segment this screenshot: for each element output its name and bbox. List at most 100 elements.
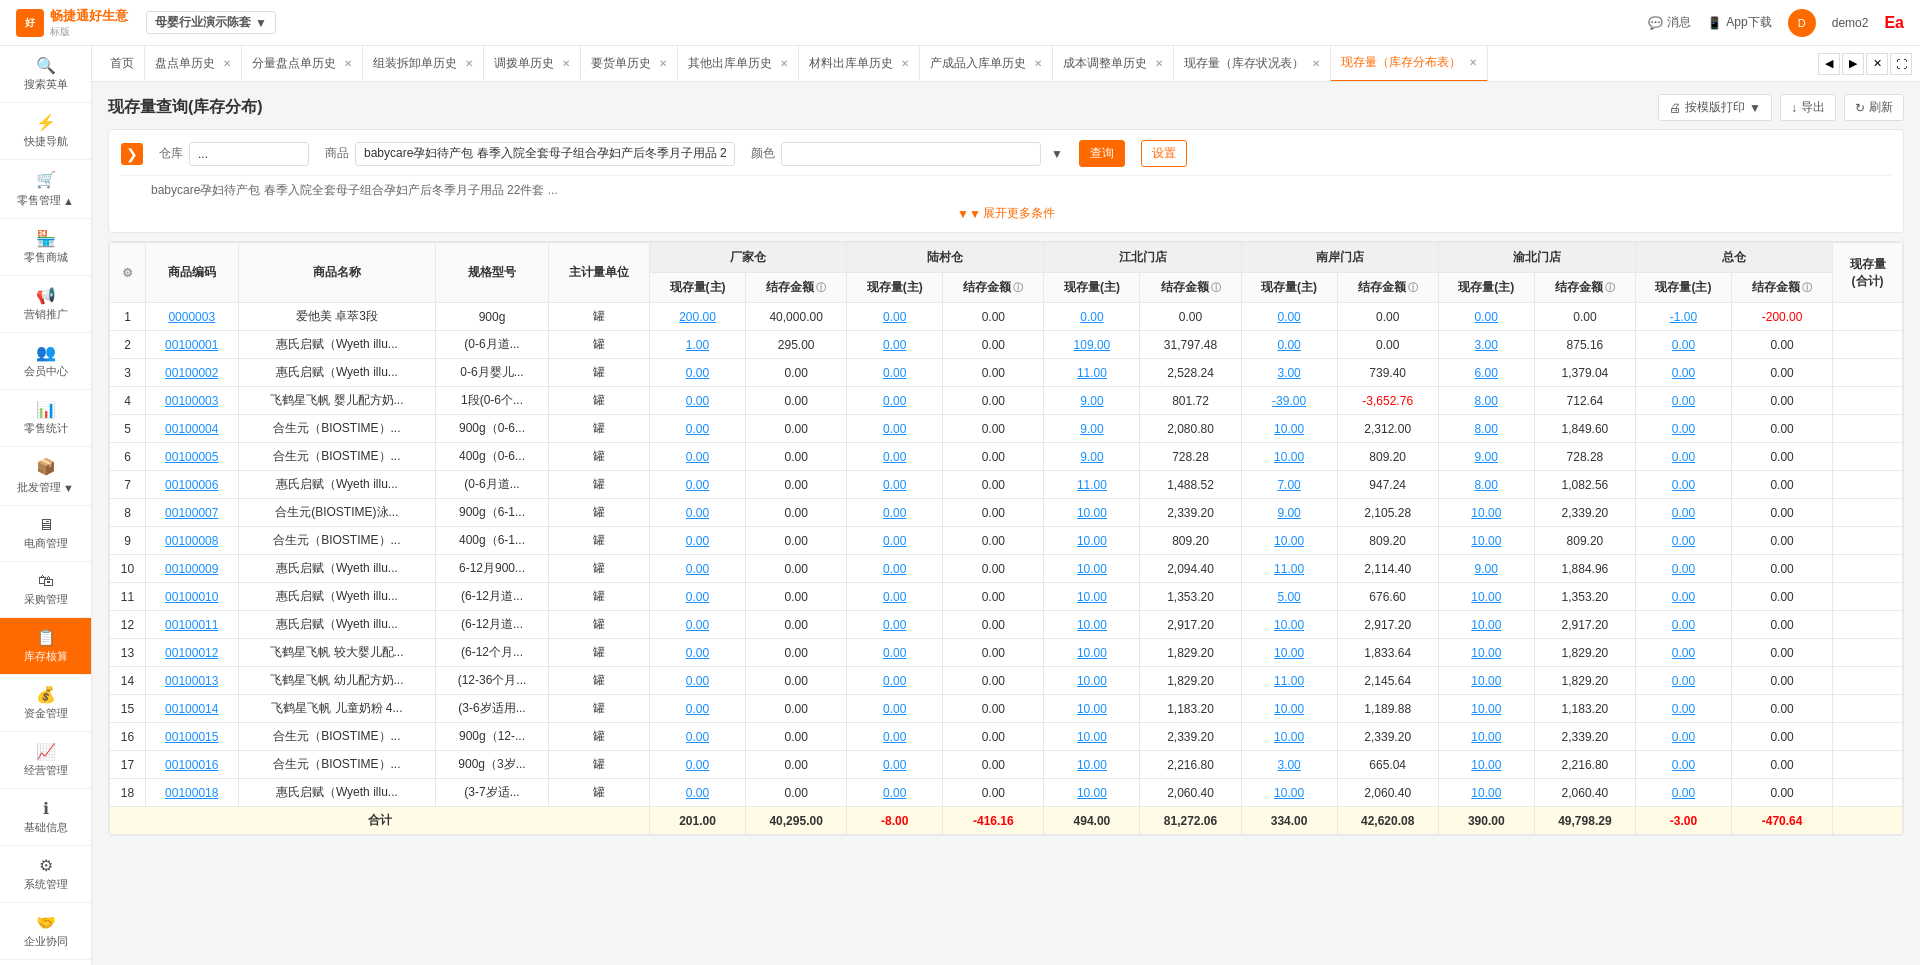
topbar-extra[interactable]: Ea xyxy=(1884,14,1904,32)
tab-material[interactable]: 材料出库单历史 ✕ xyxy=(799,46,920,82)
sidebar-item-guide[interactable]: 🎯 新手引导 xyxy=(0,960,91,965)
close-icon[interactable]: ✕ xyxy=(1034,58,1042,69)
tab-home[interactable]: 首页 xyxy=(100,46,145,82)
tab-close-all-btn[interactable]: ✕ xyxy=(1866,53,1888,75)
tab-transfer[interactable]: 调拨单历史 ✕ xyxy=(484,46,581,82)
row-name: 合生元（BIOSTIME）... xyxy=(238,723,436,751)
row-jb-amt: 728.28 xyxy=(1140,443,1241,471)
row-yb-qty: 0.00 xyxy=(1438,303,1534,331)
tab-stocktake[interactable]: 盘点单历史 ✕ xyxy=(145,46,242,82)
th-t-qty: 现存量(主) xyxy=(1636,273,1732,303)
info-icon-1[interactable]: ⓘ xyxy=(816,282,826,293)
close-icon[interactable]: ✕ xyxy=(1469,57,1477,68)
close-icon[interactable]: ✕ xyxy=(465,58,473,69)
sidebar-item-ecom[interactable]: 🖥 电商管理 xyxy=(0,506,91,562)
tab-outbound[interactable]: 其他出库单历史 ✕ xyxy=(678,46,799,82)
row-f-qty: 0.00 xyxy=(650,471,746,499)
color-dropdown-icon[interactable]: ▼ xyxy=(1051,147,1063,161)
column-settings-icon[interactable]: ⚙ xyxy=(122,266,133,280)
total-jb-amt: 81,272.06 xyxy=(1140,807,1241,835)
th-l-qty: 现存量(主) xyxy=(847,273,943,303)
warehouse-input[interactable] xyxy=(189,142,309,166)
sidebar-item-base[interactable]: ℹ 基础信息 xyxy=(0,789,91,846)
row-na-amt: 2,917.20 xyxy=(1337,611,1438,639)
tab-order[interactable]: 要货单历史 ✕ xyxy=(581,46,678,82)
close-icon[interactable]: ✕ xyxy=(562,58,570,69)
retail-icon: 🛒 xyxy=(36,170,56,189)
sidebar-item-collab[interactable]: 🤝 企业协同 xyxy=(0,903,91,960)
sidebar-member-label: 会员中心 xyxy=(4,364,87,379)
sidebar-ecom-label: 电商管理 xyxy=(4,536,87,551)
sidebar-item-purchase[interactable]: 🛍 采购管理 xyxy=(0,562,91,618)
row-t-qty: 0.00 xyxy=(1636,415,1732,443)
row-l-qty: 0.00 xyxy=(847,387,943,415)
row-na-qty: 9.00 xyxy=(1241,499,1337,527)
row-spec: 900g（12-... xyxy=(436,723,549,751)
table-row: 8 00100007 合生元(BIOSTIME)泳... 900g（6-1...… xyxy=(110,499,1903,527)
tab-stock-status[interactable]: 现存量（库存状况表） ✕ xyxy=(1174,46,1331,82)
sidebar-collab-label: 企业协同 xyxy=(4,934,87,949)
close-icon[interactable]: ✕ xyxy=(1155,58,1163,69)
refresh-btn[interactable]: ↻ 刷新 xyxy=(1844,94,1904,121)
sidebar-item-stats[interactable]: 📊 零售统计 xyxy=(0,390,91,447)
row-na-amt: 2,312.00 xyxy=(1337,415,1438,443)
expand-conditions-btn[interactable]: ▼▼ 展开更多条件 xyxy=(957,205,1055,222)
query-btn[interactable]: 查询 xyxy=(1079,140,1125,167)
table-row: 5 00100004 合生元（BIOSTIME）... 900g（0-6... … xyxy=(110,415,1903,443)
tab-expand-btn[interactable]: ⛶ xyxy=(1890,53,1912,75)
sidebar-item-wholesale[interactable]: 📦 批发管理 ▼ xyxy=(0,447,91,506)
info-icon-3[interactable]: ⓘ xyxy=(1211,282,1221,293)
row-f-amt: 0.00 xyxy=(746,779,847,807)
tab-cost[interactable]: 成本调整单历史 ✕ xyxy=(1053,46,1174,82)
tab-stock-dist[interactable]: 现存量（库存分布表） ✕ xyxy=(1331,46,1488,82)
close-icon[interactable]: ✕ xyxy=(1312,58,1320,69)
settings-btn[interactable]: 设置 xyxy=(1141,140,1187,167)
tab-part-stocktake[interactable]: 分量盘点单历史 ✕ xyxy=(242,46,363,82)
color-input[interactable] xyxy=(781,142,1041,166)
goods-input[interactable] xyxy=(355,142,735,166)
search-collapse-btn[interactable]: ❯ xyxy=(121,143,143,165)
info-icon-2[interactable]: ⓘ xyxy=(1013,282,1023,293)
tab-assembly[interactable]: 组装拆卸单历史 ✕ xyxy=(363,46,484,82)
download-btn[interactable]: 📱 App下载 xyxy=(1707,14,1771,31)
sidebar-item-finance[interactable]: 💰 资金管理 xyxy=(0,675,91,732)
row-t-qty: 0.00 xyxy=(1636,779,1732,807)
tab-finished[interactable]: 产成品入库单历史 ✕ xyxy=(920,46,1053,82)
sidebar-item-marketing[interactable]: 📢 营销推广 xyxy=(0,276,91,333)
tab-next-btn[interactable]: ▶ xyxy=(1842,53,1864,75)
row-na-qty: 10.00 xyxy=(1241,415,1337,443)
row-spec: (12-36个月... xyxy=(436,667,549,695)
sidebar-item-sys[interactable]: ⚙ 系统管理 xyxy=(0,846,91,903)
row-t-qty: 0.00 xyxy=(1636,639,1732,667)
row-na-qty: 0.00 xyxy=(1241,303,1337,331)
info-icon-4[interactable]: ⓘ xyxy=(1408,282,1418,293)
message-btn[interactable]: 💬 消息 xyxy=(1648,14,1691,31)
close-icon[interactable]: ✕ xyxy=(780,58,788,69)
close-icon[interactable]: ✕ xyxy=(901,58,909,69)
print-btn[interactable]: 🖨 按模版打印 ▼ xyxy=(1658,94,1772,121)
sidebar-item-shop[interactable]: 🏪 零售商城 xyxy=(0,219,91,276)
user-avatar[interactable]: D xyxy=(1788,9,1816,37)
row-f-qty: 0.00 xyxy=(650,779,746,807)
row-yb-amt: 2,060.40 xyxy=(1534,779,1635,807)
row-l-qty: 0.00 xyxy=(847,499,943,527)
sidebar-item-retail[interactable]: 🛒 零售管理 ▲ xyxy=(0,160,91,219)
marketing-icon: 📢 xyxy=(4,286,87,305)
row-yb-qty: 8.00 xyxy=(1438,387,1534,415)
sidebar-item-member[interactable]: 👥 会员中心 xyxy=(0,333,91,390)
row-yb-amt: 1,082.56 xyxy=(1534,471,1635,499)
close-icon[interactable]: ✕ xyxy=(344,58,352,69)
total-jb-qty: 494.00 xyxy=(1044,807,1140,835)
info-icon-6[interactable]: ⓘ xyxy=(1802,282,1812,293)
export-btn[interactable]: ↓ 导出 xyxy=(1780,94,1836,121)
sidebar-item-quick[interactable]: ⚡ 快捷导航 xyxy=(0,103,91,160)
sidebar-item-biz[interactable]: 📈 经营管理 xyxy=(0,732,91,789)
info-icon-5[interactable]: ⓘ xyxy=(1605,282,1615,293)
tab-prev-btn[interactable]: ◀ xyxy=(1818,53,1840,75)
row-unit: 罐 xyxy=(548,527,649,555)
sidebar-item-inventory[interactable]: 📋 库存核算 xyxy=(0,618,91,675)
sidebar-item-search[interactable]: 🔍 搜索英单 xyxy=(0,46,91,103)
close-icon[interactable]: ✕ xyxy=(223,58,231,69)
close-icon[interactable]: ✕ xyxy=(659,58,667,69)
industry-selector[interactable]: 母婴行业演示陈套 ▼ xyxy=(146,11,276,34)
